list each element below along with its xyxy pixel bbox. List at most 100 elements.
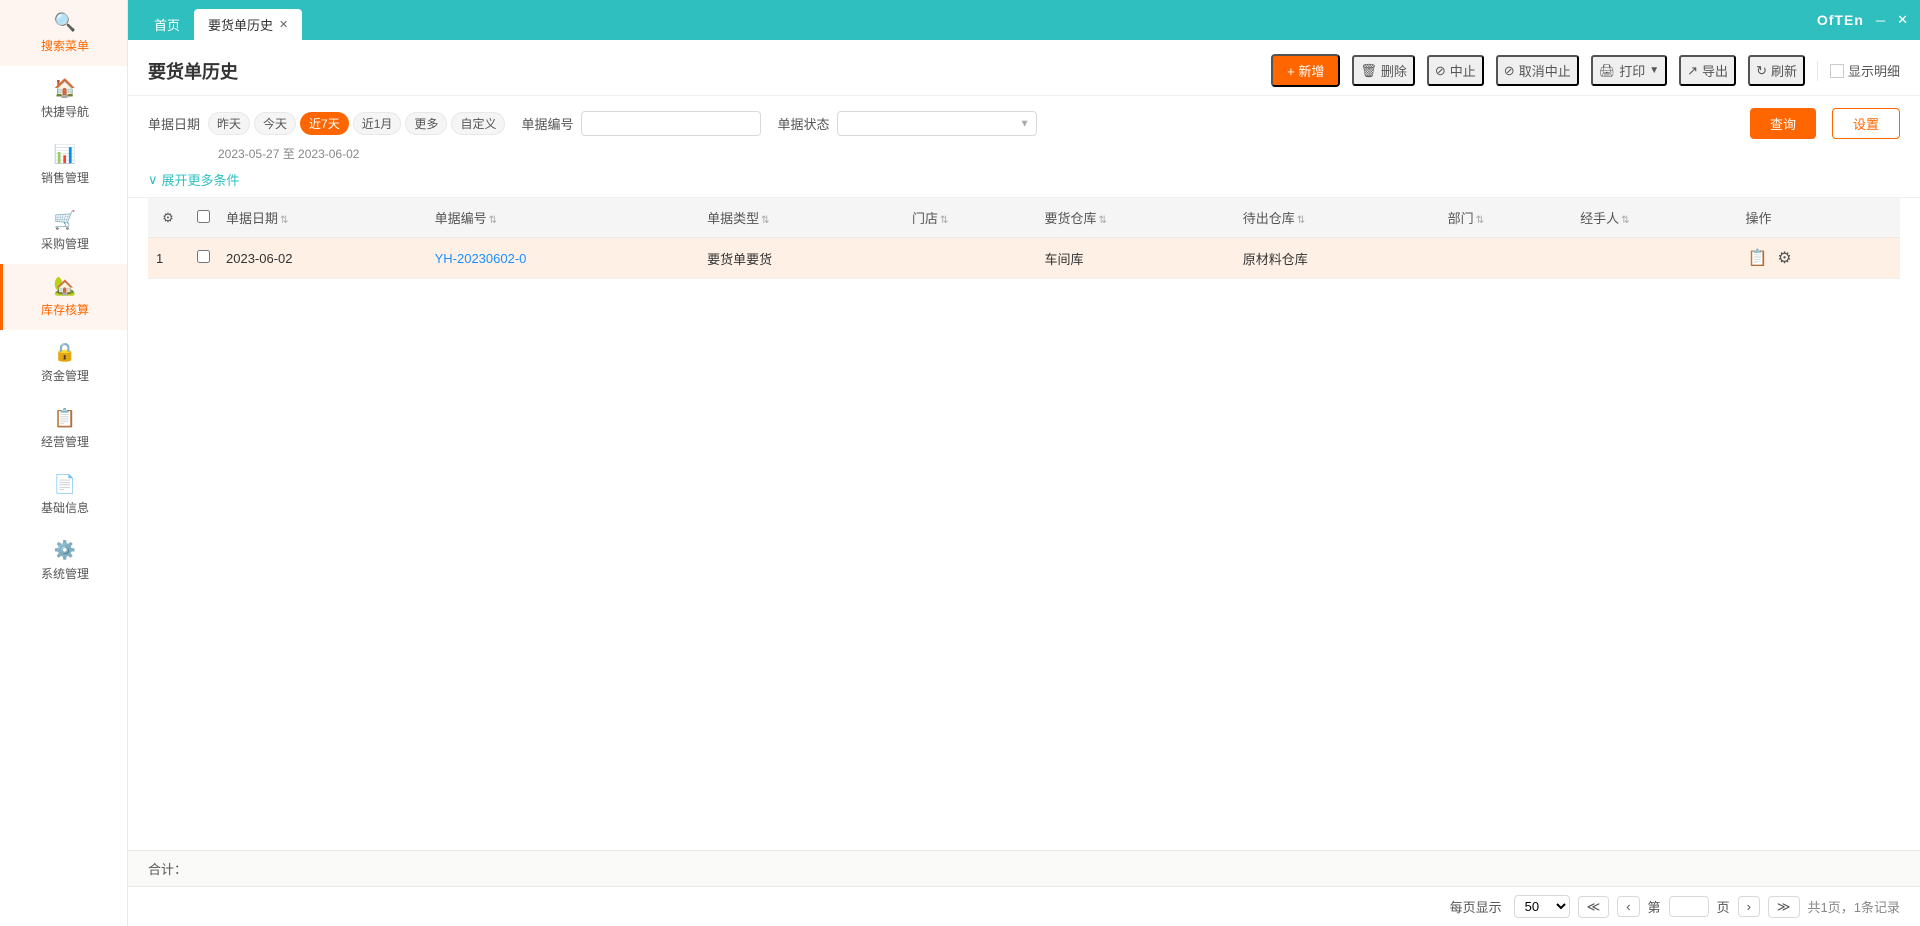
refresh-button[interactable]: ↻ 刷新 — [1748, 55, 1805, 86]
settings-button[interactable]: 设置 — [1832, 108, 1900, 139]
date-filter-group: 单据日期 昨天今天近7天近1月更多自定义 — [148, 112, 505, 135]
settings-column-header[interactable]: ⚙ — [148, 198, 188, 238]
display-detail-toggle[interactable]: 显示明细 — [1830, 61, 1900, 80]
sidebar: 🔍搜索菜单🏠快捷导航📊销售管理🛒采购管理 🏡 库存核算 🔒 资金管理 📋经营管理📄基础信息… — [0, 0, 128, 926]
delete-icon: 🗑 — [1360, 63, 1377, 79]
status-filter-group: 单据状态 — [777, 111, 1037, 136]
refresh-icon: ↻ — [1756, 63, 1767, 79]
doc-no-link[interactable]: YH-20230602-0 — [435, 251, 527, 266]
sidebar-item-finance[interactable]: 🔒 资金管理 — [0, 330, 127, 396]
page-unit: 页 — [1717, 897, 1730, 916]
department-column-header: 部门⇅ — [1440, 198, 1573, 238]
sidebar-item-quick-nav[interactable]: 🏠快捷导航 — [0, 66, 127, 132]
expand-filter-btn[interactable]: ∨ 展开更多条件 — [148, 170, 1900, 189]
sidebar-item-base-info[interactable]: 📄基础信息 — [0, 462, 127, 528]
sidebar-label-search-menu: 搜索菜单 — [41, 37, 89, 54]
date-btn-今天[interactable]: 今天 — [254, 112, 296, 135]
doc-type-column-header: 单据类型⇅ — [699, 198, 904, 238]
print-button[interactable]: 🖨 打印 ▼ — [1591, 55, 1667, 86]
page-label: 第 — [1648, 897, 1661, 916]
sidebar-label-inventory: 库存核算 — [41, 301, 89, 318]
filter-area: 单据日期 昨天今天近7天近1月更多自定义 单据编号 单据状态 — [128, 96, 1920, 198]
row-doc-date: 2023-06-02 — [218, 238, 427, 279]
row-checkbox-cell — [188, 238, 218, 279]
cancel-stop-button[interactable]: ⊘ 取消中止 — [1496, 55, 1579, 86]
handler-column-header: 经手人⇅ — [1572, 198, 1737, 238]
query-button[interactable]: 查询 — [1750, 108, 1816, 139]
per-page-label: 每页显示 — [1450, 897, 1502, 916]
filter-row: 单据日期 昨天今天近7天近1月更多自定义 单据编号 单据状态 — [148, 108, 1900, 139]
export-button[interactable]: ↗ 导出 — [1679, 55, 1736, 86]
sidebar-label-finance: 资金管理 — [41, 367, 89, 384]
page-header: 要货单历史 + 新增 🗑 删除 ⊘ 中止 ⊘ 取消中止 🖨 打印 — [128, 40, 1920, 96]
last-page-btn[interactable]: ≫ — [1768, 896, 1800, 918]
sidebar-icon-inventory: 🏡 — [54, 276, 76, 297]
row-checkbox[interactable] — [197, 250, 210, 263]
tab-label-home: 首页 — [154, 15, 180, 34]
store-column-header: 门店⇅ — [904, 198, 1037, 238]
req-warehouse-column-header: 要货仓库⇅ — [1037, 198, 1235, 238]
toolbar: + 新增 🗑 删除 ⊘ 中止 ⊘ 取消中止 🖨 打印 ▼ — [1271, 54, 1900, 87]
new-button[interactable]: + 新增 — [1271, 54, 1340, 87]
sidebar-label-base-info: 基础信息 — [41, 499, 89, 516]
sidebar-item-search-menu[interactable]: 🔍搜索菜单 — [0, 0, 127, 66]
stop-icon: ⊘ — [1435, 63, 1446, 79]
row-department — [1440, 238, 1573, 279]
pending-warehouse-column-header: 待出仓库⇅ — [1235, 198, 1440, 238]
sidebar-item-purchase[interactable]: 🛒采购管理 — [0, 198, 127, 264]
row-edit-icon[interactable]: 📋 — [1745, 246, 1769, 270]
close-btn[interactable]: ✕ — [1897, 12, 1908, 28]
row-store — [904, 238, 1037, 279]
date-range-display: 2023-05-27 至 2023-06-02 — [218, 147, 359, 161]
next-page-btn[interactable]: › — [1738, 896, 1760, 917]
sidebar-icon-finance: 🔒 — [54, 342, 76, 363]
sidebar-item-inventory[interactable]: 🏡 库存核算 — [0, 264, 127, 330]
table-header-row: ⚙ 单据日期⇅ 单据编号⇅ 单据类型⇅ 门店⇅ 要货仓库⇅ 待出仓库⇅ 部门⇅ … — [148, 198, 1900, 238]
doc-no-filter-group: 单据编号 — [521, 111, 761, 136]
table-footer: 合计： — [128, 850, 1920, 886]
print-icon: 🖨 — [1599, 63, 1616, 79]
tab-close-requisition-history[interactable]: ✕ — [279, 18, 288, 31]
date-buttons: 昨天今天近7天近1月更多自定义 — [208, 112, 505, 135]
sidebar-label-purchase: 采购管理 — [41, 235, 89, 252]
sidebar-item-sales[interactable]: 📊销售管理 — [0, 132, 127, 198]
display-detail-checkbox[interactable] — [1830, 64, 1844, 78]
date-btn-昨天[interactable]: 昨天 — [208, 112, 250, 135]
delete-button[interactable]: 🗑 删除 — [1352, 55, 1415, 86]
minimize-btn[interactable]: ─ — [1876, 13, 1885, 28]
doc-no-input[interactable] — [581, 111, 761, 136]
date-btn-更多[interactable]: 更多 — [405, 112, 447, 135]
date-btn-近7天[interactable]: 近7天 — [300, 112, 349, 135]
sidebar-label-sales: 销售管理 — [41, 169, 89, 186]
select-all-checkbox[interactable] — [197, 210, 210, 223]
sidebar-label-system: 系统管理 — [41, 565, 89, 582]
sidebar-item-operations[interactable]: 📋经营管理 — [0, 396, 127, 462]
sidebar-icon-operations: 📋 — [54, 408, 76, 429]
prev-page-btn[interactable]: ‹ — [1617, 896, 1639, 917]
row-pending-warehouse: 原材料仓库 — [1235, 238, 1440, 279]
content-area: 要货单历史 + 新增 🗑 删除 ⊘ 中止 ⊘ 取消中止 🖨 打印 — [128, 40, 1920, 926]
status-select[interactable] — [837, 111, 1037, 136]
row-more-icon[interactable]: ⚙ — [1775, 246, 1793, 270]
doc-no-column-header: 单据编号⇅ — [427, 198, 700, 238]
row-actions: 📋 ⚙ — [1737, 238, 1900, 279]
row-doc-type: 要货单要货 — [699, 238, 904, 279]
status-label: 单据状态 — [777, 114, 829, 133]
tab-label-requisition-history: 要货单历史 — [208, 15, 273, 34]
topbar-right: OfTEn ─ ✕ — [1817, 12, 1908, 28]
date-btn-自定义[interactable]: 自定义 — [451, 112, 505, 135]
sidebar-item-system[interactable]: ⚙️系统管理 — [0, 528, 127, 594]
date-btn-近1月[interactable]: 近1月 — [353, 112, 402, 135]
doc-no-label: 单据编号 — [521, 114, 573, 133]
page-number-input[interactable]: 1 — [1669, 896, 1709, 917]
toolbar-divider — [1817, 61, 1818, 81]
row-doc-no: YH-20230602-0 — [427, 238, 700, 279]
stop-button[interactable]: ⊘ 中止 — [1427, 55, 1484, 86]
tab-home[interactable]: 首页 — [140, 9, 194, 40]
tab-requisition-history[interactable]: 要货单历史 ✕ — [194, 9, 302, 40]
export-icon: ↗ — [1687, 63, 1698, 79]
table-row: 1 2023-06-02 YH-20230602-0 要货单要货 车间库 原材料… — [148, 238, 1900, 279]
first-page-btn[interactable]: ≪ — [1578, 896, 1610, 918]
print-dropdown-icon: ▼ — [1649, 65, 1659, 76]
per-page-select[interactable]: 50 100 — [1514, 895, 1570, 918]
